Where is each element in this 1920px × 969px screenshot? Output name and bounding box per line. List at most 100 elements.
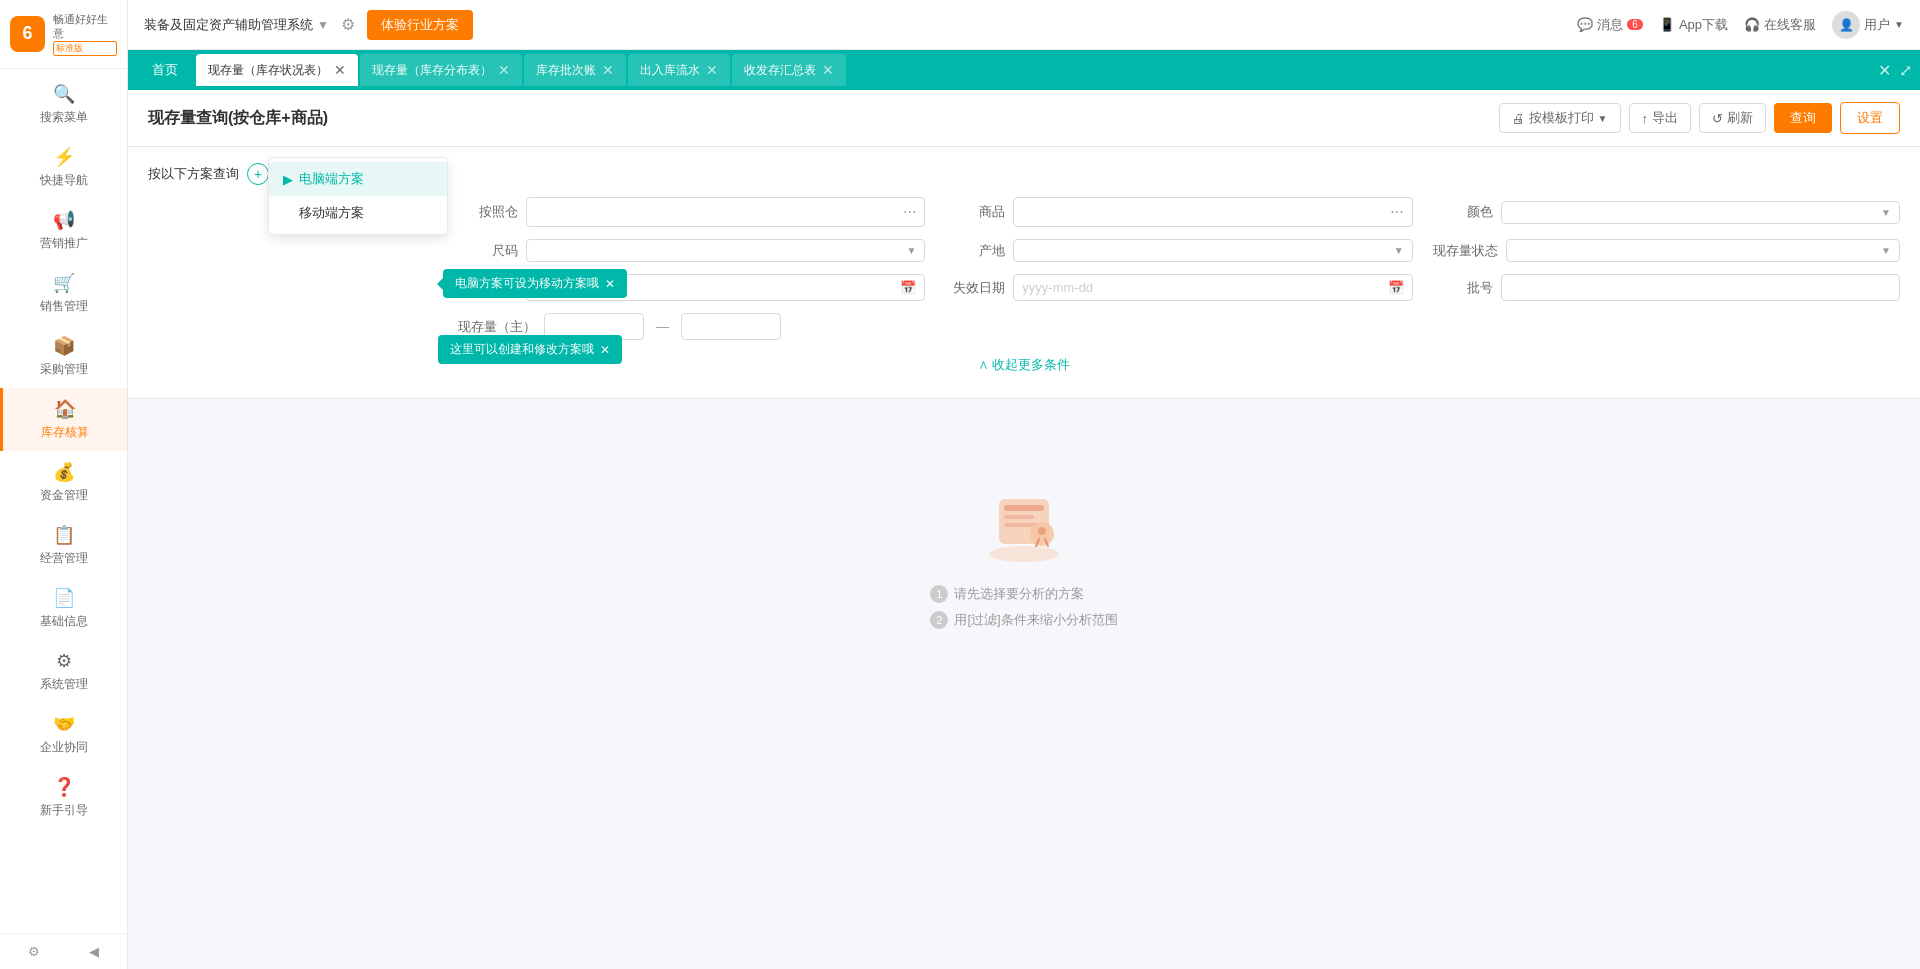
messages-item[interactable]: 💬 消息 6 bbox=[1577, 16, 1643, 34]
app-badge: 标准版 bbox=[53, 41, 117, 56]
sidebar-item-sales[interactable]: 🛒 销售管理 bbox=[0, 262, 127, 325]
print-btn[interactable]: 🖨 按模板打印 ▼ bbox=[1499, 103, 1621, 133]
sidebar-item-guide[interactable]: ❓ 新手引导 bbox=[0, 766, 127, 829]
label-stock-status: 现存量状态 bbox=[1433, 242, 1498, 260]
sidebar-item-basic[interactable]: 📄 基础信息 bbox=[0, 577, 127, 640]
purchase-icon: 📦 bbox=[53, 335, 75, 357]
scheme-item-mobile[interactable]: ▶ 移动端方案 bbox=[269, 196, 447, 230]
close-tab-batch-ledger[interactable]: ✕ bbox=[602, 62, 614, 78]
page-title: 现存量查询(按仓库+商品) bbox=[148, 108, 328, 129]
close-tab-inventory-dist[interactable]: ✕ bbox=[498, 62, 510, 78]
filter-row-stock-status: 现存量状态 ▼ bbox=[1433, 239, 1900, 262]
sidebar-item-search[interactable]: 🔍 搜索菜单 bbox=[0, 73, 127, 136]
basic-icon: 📄 bbox=[53, 587, 75, 609]
calendar-exp-icon[interactable]: 📅 bbox=[1388, 280, 1404, 295]
sidebar-item-system[interactable]: ⚙ 系统管理 bbox=[0, 640, 127, 703]
marketing-icon: 📢 bbox=[53, 209, 75, 231]
calendar-prod-icon[interactable]: 📅 bbox=[900, 280, 916, 295]
sidebar-label-basic: 基础信息 bbox=[40, 613, 88, 630]
close-tab-collect-summary[interactable]: ✕ bbox=[822, 62, 834, 78]
close-tooltip-pc-btn[interactable]: ✕ bbox=[605, 277, 615, 291]
tab-collect-summary[interactable]: 收发存汇总表 ✕ bbox=[732, 54, 846, 86]
label-size: 尺码 bbox=[458, 242, 518, 260]
system-title-selector[interactable]: 装备及固定资产辅助管理系统 ▼ bbox=[144, 16, 329, 34]
settings-bottom-icon[interactable]: ⚙ bbox=[28, 944, 40, 959]
scheme-pc-label: 电脑端方案 bbox=[299, 170, 364, 188]
label-stock-main: 现存量（主） bbox=[458, 318, 536, 336]
sidebar-label-operations: 经营管理 bbox=[40, 550, 88, 567]
sidebar-item-operations[interactable]: 📋 经营管理 bbox=[0, 514, 127, 577]
sidebar-item-enterprise[interactable]: 🤝 企业协同 bbox=[0, 703, 127, 766]
svg-point-0 bbox=[989, 546, 1059, 562]
date-exp-start[interactable]: yyyy-mm-dd 📅 bbox=[1013, 274, 1412, 301]
settings-icon[interactable]: ⚙ bbox=[341, 15, 355, 34]
select-stock-status[interactable]: ▼ bbox=[1506, 239, 1900, 262]
sidebar-nav: 🔍 搜索菜单 ⚡ 快捷导航 📢 营销推广 🛒 销售管理 📦 采购管理 🏠 库存核… bbox=[0, 69, 127, 933]
dots-goods[interactable]: ··· bbox=[1390, 203, 1403, 221]
empty-state: 1 请先选择要分析的方案 2 用[过滤]条件来缩小分析范围 bbox=[128, 399, 1920, 713]
sidebar-bottom: ⚙ ◀ bbox=[0, 933, 127, 969]
empty-text: 1 请先选择要分析的方案 2 用[过滤]条件来缩小分析范围 bbox=[930, 581, 1117, 633]
scheme-mobile-label: 移动端方案 bbox=[299, 204, 364, 222]
search-btn[interactable]: 查询 bbox=[1774, 103, 1832, 133]
sidebar-item-quick-nav[interactable]: ⚡ 快捷导航 bbox=[0, 136, 127, 199]
online-service-item[interactable]: 🎧 在线客服 bbox=[1744, 16, 1816, 34]
tab-batch-ledger[interactable]: 库存批次账 ✕ bbox=[524, 54, 626, 86]
export-icon: ↑ bbox=[1642, 111, 1649, 126]
sidebar-item-marketing[interactable]: 📢 营销推广 bbox=[0, 199, 127, 262]
close-all-tabs-btn[interactable]: ✕ bbox=[1878, 61, 1891, 80]
label-color: 颜色 bbox=[1433, 203, 1493, 221]
close-tooltip-edit-btn[interactable]: ✕ bbox=[600, 343, 610, 357]
plus-icon: + bbox=[254, 166, 262, 182]
close-tab-in-out-flow[interactable]: ✕ bbox=[706, 62, 718, 78]
reset-btn[interactable]: 设置 bbox=[1840, 102, 1900, 134]
close-tab-inventory-status[interactable]: ✕ bbox=[334, 62, 346, 78]
filter-row-color: 颜色 ▼ bbox=[1433, 197, 1900, 227]
message-icon: 💬 bbox=[1577, 17, 1593, 32]
app-download-item[interactable]: 📱 App下载 bbox=[1659, 16, 1728, 34]
select-size[interactable]: ▼ bbox=[526, 239, 925, 262]
app-name: 畅通好好生意 bbox=[53, 12, 117, 41]
tab-home[interactable]: 首页 bbox=[136, 50, 194, 90]
refresh-btn[interactable]: ↺ 刷新 bbox=[1699, 103, 1766, 133]
step1-text: 请先选择要分析的方案 bbox=[954, 581, 1084, 607]
main-area: 装备及固定资产辅助管理系统 ▼ ⚙ 体验行业方案 💬 消息 6 📱 App下载 … bbox=[128, 0, 1920, 969]
quick-nav-icon: ⚡ bbox=[53, 146, 75, 168]
sales-icon: 🛒 bbox=[53, 272, 75, 294]
scheme-item-pc[interactable]: ▶ 电脑端方案 bbox=[269, 162, 447, 196]
select-warehouse[interactable]: ··· bbox=[526, 197, 925, 227]
label-batch: 批号 bbox=[1433, 279, 1493, 297]
sidebar-item-purchase[interactable]: 📦 采购管理 bbox=[0, 325, 127, 388]
sidebar: 6 畅通好好生意 标准版 🔍 搜索菜单 ⚡ 快捷导航 📢 营销推广 🛒 销售管理… bbox=[0, 0, 128, 969]
user-item[interactable]: 👤 用户 ▼ bbox=[1832, 11, 1904, 39]
add-scheme-btn[interactable]: + bbox=[247, 163, 269, 185]
select-goods[interactable]: ··· bbox=[1013, 197, 1412, 227]
chevron-print-icon: ▼ bbox=[1598, 113, 1608, 124]
input-stock-max[interactable] bbox=[681, 313, 781, 340]
topbar: 装备及固定资产辅助管理系统 ▼ ⚙ 体验行业方案 💬 消息 6 📱 App下载 … bbox=[128, 0, 1920, 50]
input-batch[interactable] bbox=[1501, 274, 1900, 301]
messages-label: 消息 bbox=[1597, 16, 1623, 34]
expand-tabs-btn[interactable]: ⤢ bbox=[1899, 61, 1912, 80]
tab-inventory-status[interactable]: 现存量（库存状况表） ✕ bbox=[196, 54, 358, 86]
collapse-sidebar-icon[interactable]: ◀ bbox=[89, 944, 99, 959]
select-color[interactable]: ▼ bbox=[1501, 201, 1900, 224]
filter-row-goods: 商品 ··· bbox=[945, 197, 1412, 227]
sidebar-item-inventory[interactable]: 🏠 库存核算 bbox=[0, 388, 127, 451]
sidebar-item-finance[interactable]: 💰 资金管理 bbox=[0, 451, 127, 514]
label-warehouse: 按照仓 bbox=[458, 203, 518, 221]
label-origin: 产地 bbox=[945, 242, 1005, 260]
user-chevron-icon: ▼ bbox=[1894, 19, 1904, 30]
select-origin[interactable]: ▼ bbox=[1013, 239, 1412, 262]
export-btn[interactable]: ↑ 导出 bbox=[1629, 103, 1692, 133]
label-goods: 商品 bbox=[945, 203, 1005, 221]
tab-in-out-flow[interactable]: 出入库流水 ✕ bbox=[628, 54, 730, 86]
dots-warehouse[interactable]: ··· bbox=[903, 203, 916, 221]
system-icon: ⚙ bbox=[56, 650, 72, 672]
industry-btn[interactable]: 体验行业方案 bbox=[367, 10, 473, 40]
avatar: 👤 bbox=[1832, 11, 1860, 39]
mobile-icon: 📱 bbox=[1659, 17, 1675, 32]
collapse-icon: ∧ bbox=[978, 357, 989, 372]
collapse-bar[interactable]: ∧ 收起更多条件 bbox=[148, 348, 1900, 382]
tab-inventory-dist[interactable]: 现存量（库存分布表） ✕ bbox=[360, 54, 522, 86]
